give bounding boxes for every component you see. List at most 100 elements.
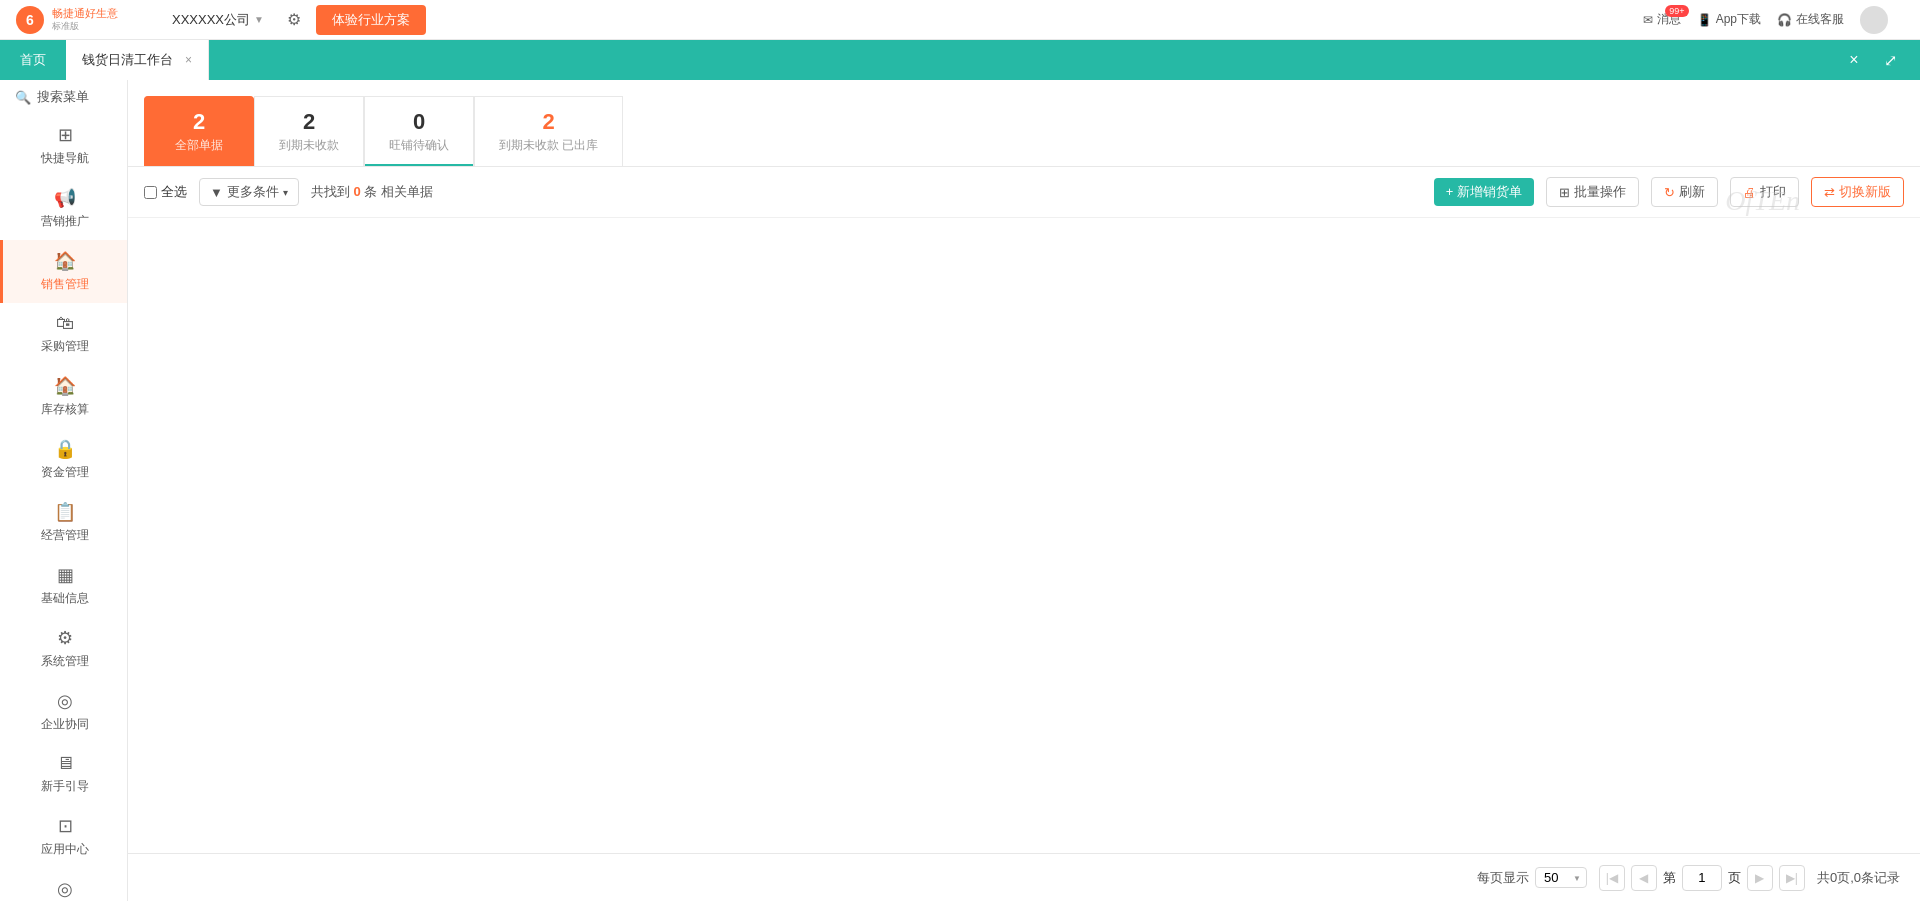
chevron-down-icon: ▼ [254, 14, 264, 25]
last-page-button[interactable]: ▶| [1779, 865, 1805, 891]
filter-icon: ▼ [210, 185, 223, 200]
chevron-filter-icon: ▾ [283, 187, 288, 198]
header-right: ✉ 消息 99+ 📱 App下载 🎧 在线客服 [1643, 6, 1904, 34]
sidebar-label-enterprise: 企业协同 [41, 716, 89, 733]
sidebar-item-enterprise[interactable]: ◎ 企业协同 [0, 680, 127, 743]
content-inner: 2 全部单据 2 到期未收款 0 旺铺待确认 2 到期未收款 已出库 [128, 80, 1920, 901]
tab-close-icon[interactable]: × [185, 53, 192, 67]
marketing-icon: 📢 [54, 187, 76, 209]
stat-count-overdue-out: 2 [499, 109, 598, 135]
sidebar-item-capital[interactable]: 🔒 资金管理 [0, 428, 127, 491]
switch-version-button[interactable]: ⇄ 切换新版 [1811, 177, 1904, 207]
search-icon: 🔍 [15, 90, 31, 105]
sidebar-item-system[interactable]: ⚙ 系统管理 [0, 617, 127, 680]
page-size-select[interactable]: 10 20 50 100 [1535, 867, 1587, 888]
sidebar-item-guide[interactable]: 🖥 新手引导 [0, 743, 127, 805]
add-sale-button[interactable]: + 新增销货单 [1434, 178, 1534, 206]
stat-tab-overdue[interactable]: 2 到期未收款 [254, 96, 364, 166]
capital-icon: 🔒 [54, 438, 76, 460]
online-service-button[interactable]: 🎧 在线客服 [1777, 11, 1844, 28]
sidebar-item-app-center[interactable]: ⊡ 应用中心 [0, 805, 127, 868]
stat-tab-all[interactable]: 2 全部单据 [144, 96, 254, 166]
toolbar: 全选 ▼ 更多条件 ▾ 共找到 0 条 相关单据 + 新增销货单 [128, 167, 1920, 218]
tab-qianhuoriqing[interactable]: 钱货日清工作台 × [66, 40, 209, 80]
sidebar-item-inventory[interactable]: 🏠 库存核算 [0, 365, 127, 428]
sidebar: 🔍 搜索菜单 ⊞ 快捷导航 📢 营销推广 🏠 销售管理 🛍 采购管理 🏠 库存核… [0, 80, 128, 901]
message-icon: ✉ [1643, 13, 1653, 27]
app-download-button[interactable]: 📱 App下载 [1697, 11, 1761, 28]
stat-tab-pending[interactable]: 0 旺铺待确认 [364, 96, 474, 166]
sidebar-item-base-info[interactable]: ▦ 基础信息 [0, 554, 127, 617]
quick-nav-icon: ⊞ [58, 124, 73, 146]
stat-label-pending: 旺铺待确认 [389, 137, 449, 154]
sidebar-item-sales[interactable]: 🏠 销售管理 [0, 240, 127, 303]
main-layout: 🔍 搜索菜单 ⊞ 快捷导航 📢 营销推广 🏠 销售管理 🛍 采购管理 🏠 库存核… [0, 80, 1920, 901]
prev-page-button[interactable]: ◀ [1631, 865, 1657, 891]
total-info: 共0页,0条记录 [1817, 869, 1900, 887]
switch-icon: ⇄ [1824, 185, 1835, 200]
avatar[interactable] [1860, 6, 1888, 34]
page-suffix: 页 [1728, 869, 1741, 887]
sidebar-label-inventory: 库存核算 [41, 401, 89, 418]
sidebar-item-enterprise-wx[interactable]: ◎ 企业微信 [0, 868, 127, 901]
top-header: 6 畅捷通好生意 标准版 XXXXXX公司 ▼ ⚙ 体验行业方案 ✉ 消息 99… [0, 0, 1920, 40]
page-size-wrapper: 10 20 50 100 [1535, 867, 1587, 888]
pagination-controls: |◀ ◀ 第 页 ▶ ▶| [1599, 865, 1805, 891]
sidebar-label-capital: 资金管理 [41, 464, 89, 481]
sidebar-label-guide: 新手引导 [41, 778, 89, 795]
inventory-icon: 🏠 [54, 375, 76, 397]
toolbar-left: 全选 ▼ 更多条件 ▾ 共找到 0 条 相关单据 [144, 178, 433, 206]
logo-text-area: 畅捷通好生意 标准版 [52, 6, 118, 33]
company-name: XXXXXX公司 [172, 11, 250, 29]
batch-icon: ⊞ [1559, 185, 1570, 200]
stat-count-pending: 0 [389, 109, 449, 135]
logo-icon: 6 [16, 6, 44, 34]
select-all-label: 全选 [161, 183, 187, 201]
settings-button[interactable]: ⚙ [280, 6, 308, 34]
filter-button[interactable]: ▼ 更多条件 ▾ [199, 178, 299, 206]
found-text: 共找到 0 条 相关单据 [311, 183, 433, 201]
sidebar-item-quick-nav[interactable]: ⊞ 快捷导航 [0, 114, 127, 177]
stat-count-overdue: 2 [279, 109, 339, 135]
tab-home[interactable]: 首页 [0, 40, 66, 80]
page-input[interactable] [1682, 865, 1722, 891]
sales-icon: 🏠 [54, 250, 76, 272]
experience-button[interactable]: 体验行业方案 [316, 5, 426, 35]
print-button[interactable]: 🖨 打印 [1730, 177, 1799, 207]
sidebar-item-marketing[interactable]: 📢 营销推广 [0, 177, 127, 240]
stat-label-overdue-out: 到期未收款 已出库 [499, 137, 598, 154]
tab-bar: 首页 钱货日清工作台 × × ⤢ [0, 40, 1920, 80]
window-expand-button[interactable]: ⤢ [1876, 46, 1904, 74]
sidebar-label-system: 系统管理 [41, 653, 89, 670]
found-suffix: 相关单据 [381, 184, 433, 199]
per-page-label: 每页显示 [1477, 869, 1529, 887]
found-unit: 条 [364, 184, 377, 199]
sidebar-item-purchase[interactable]: 🛍 采购管理 [0, 303, 127, 365]
sidebar-label-app-center: 应用中心 [41, 841, 89, 858]
stat-tab-overdue-out[interactable]: 2 到期未收款 已出库 [474, 96, 623, 166]
message-button[interactable]: ✉ 消息 99+ [1643, 11, 1681, 28]
sidebar-search[interactable]: 🔍 搜索菜单 [0, 80, 127, 114]
first-page-button[interactable]: |◀ [1599, 865, 1625, 891]
found-count: 0 [354, 184, 361, 199]
sidebar-item-operation[interactable]: 📋 经营管理 [0, 491, 127, 554]
next-page-button[interactable]: ▶ [1747, 865, 1773, 891]
filter-label: 更多条件 [227, 183, 279, 201]
company-selector[interactable]: XXXXXX公司 ▼ [164, 7, 272, 33]
print-label: 打印 [1760, 183, 1786, 201]
stats-tabs: 2 全部单据 2 到期未收款 0 旺铺待确认 2 到期未收款 已出库 [128, 80, 1920, 167]
refresh-button[interactable]: ↻ 刷新 [1651, 177, 1718, 207]
toolbar-right: + 新增销货单 ⊞ 批量操作 ↻ 刷新 🖨 打印 ⇄ [1434, 177, 1904, 207]
window-close-button[interactable]: × [1840, 46, 1868, 74]
batch-operation-button[interactable]: ⊞ 批量操作 [1546, 177, 1639, 207]
select-all-input[interactable] [144, 186, 157, 199]
operation-icon: 📋 [54, 501, 76, 523]
system-icon: ⚙ [57, 627, 73, 649]
print-icon: 🖨 [1743, 185, 1756, 200]
select-all-checkbox[interactable]: 全选 [144, 183, 187, 201]
sidebar-label-purchase: 采购管理 [41, 338, 89, 355]
stat-label-overdue: 到期未收款 [279, 137, 339, 154]
sidebar-label-quick-nav: 快捷导航 [41, 150, 89, 167]
download-icon: 📱 [1697, 13, 1712, 27]
sidebar-label-sales: 销售管理 [41, 276, 89, 293]
